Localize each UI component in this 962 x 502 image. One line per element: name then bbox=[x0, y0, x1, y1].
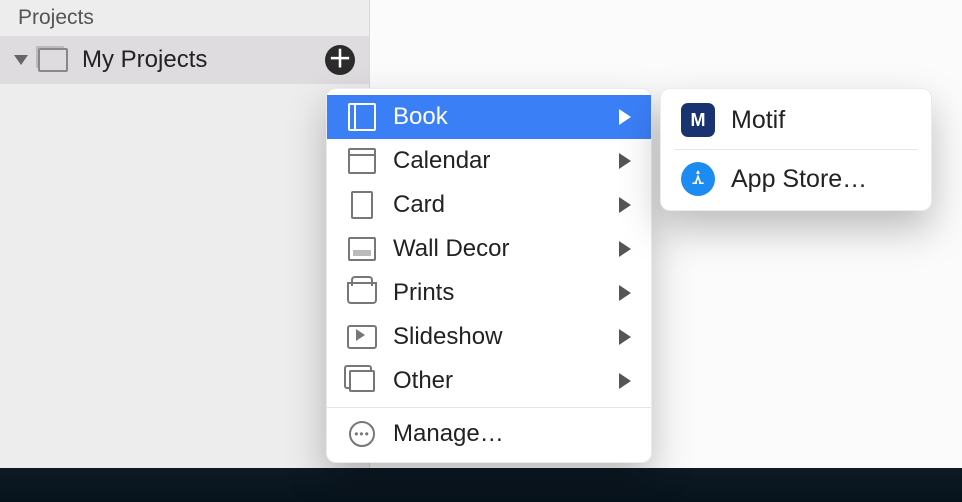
motif-app-icon: M bbox=[681, 103, 715, 137]
chevron-right-icon bbox=[619, 241, 631, 257]
dock-background bbox=[0, 468, 962, 502]
chevron-right-icon bbox=[619, 109, 631, 125]
menu-item-label: Book bbox=[393, 103, 619, 131]
menu-item-slideshow[interactable]: Slideshow bbox=[327, 315, 651, 359]
chevron-right-icon bbox=[619, 373, 631, 389]
wall-decor-icon bbox=[347, 236, 377, 262]
menu-item-card[interactable]: Card bbox=[327, 183, 651, 227]
submenu-item-motif[interactable]: M Motif bbox=[661, 95, 931, 145]
submenu-item-label: Motif bbox=[731, 106, 785, 135]
menu-separator bbox=[327, 407, 651, 408]
menu-item-other[interactable]: Other bbox=[327, 359, 651, 403]
chevron-right-icon bbox=[619, 285, 631, 301]
sidebar-item-label: My Projects bbox=[82, 46, 325, 74]
menu-item-label: Card bbox=[393, 191, 619, 219]
menu-item-label: Prints bbox=[393, 279, 619, 307]
other-icon bbox=[347, 368, 377, 394]
projects-section-header: Projects bbox=[0, 0, 369, 36]
menu-item-label: Calendar bbox=[393, 147, 619, 175]
submenu-item-app-store[interactable]: App Store… bbox=[661, 154, 931, 204]
menu-separator bbox=[675, 149, 917, 150]
slideshow-icon bbox=[347, 324, 377, 350]
chevron-right-icon bbox=[619, 197, 631, 213]
prints-icon bbox=[347, 280, 377, 306]
menu-item-manage[interactable]: ••• Manage… bbox=[327, 412, 651, 456]
submenu-item-label: App Store… bbox=[731, 165, 867, 194]
menu-item-label: Manage… bbox=[393, 420, 631, 448]
menu-item-book[interactable]: Book bbox=[327, 95, 651, 139]
chevron-right-icon bbox=[619, 153, 631, 169]
disclosure-triangle-icon[interactable] bbox=[14, 55, 28, 65]
chevron-right-icon bbox=[619, 329, 631, 345]
menu-item-prints[interactable]: Prints bbox=[327, 271, 651, 315]
card-icon bbox=[347, 192, 377, 218]
calendar-icon bbox=[347, 148, 377, 174]
menu-item-calendar[interactable]: Calendar bbox=[327, 139, 651, 183]
sidebar-item-my-projects[interactable]: My Projects ＋ bbox=[0, 36, 369, 84]
app-store-icon bbox=[681, 162, 715, 196]
menu-item-label: Wall Decor bbox=[393, 235, 619, 263]
book-icon bbox=[347, 104, 377, 130]
book-submenu: M Motif App Store… bbox=[660, 88, 932, 211]
menu-item-wall-decor[interactable]: Wall Decor bbox=[327, 227, 651, 271]
menu-item-label: Other bbox=[393, 367, 619, 395]
menu-item-label: Slideshow bbox=[393, 323, 619, 351]
projects-folder-icon bbox=[38, 48, 68, 72]
manage-icon: ••• bbox=[347, 421, 377, 447]
new-project-menu: Book Calendar Card Wall Decor Prints Sli… bbox=[326, 88, 652, 463]
add-project-button[interactable]: ＋ bbox=[325, 45, 355, 75]
sidebar: Projects My Projects ＋ bbox=[0, 0, 370, 468]
